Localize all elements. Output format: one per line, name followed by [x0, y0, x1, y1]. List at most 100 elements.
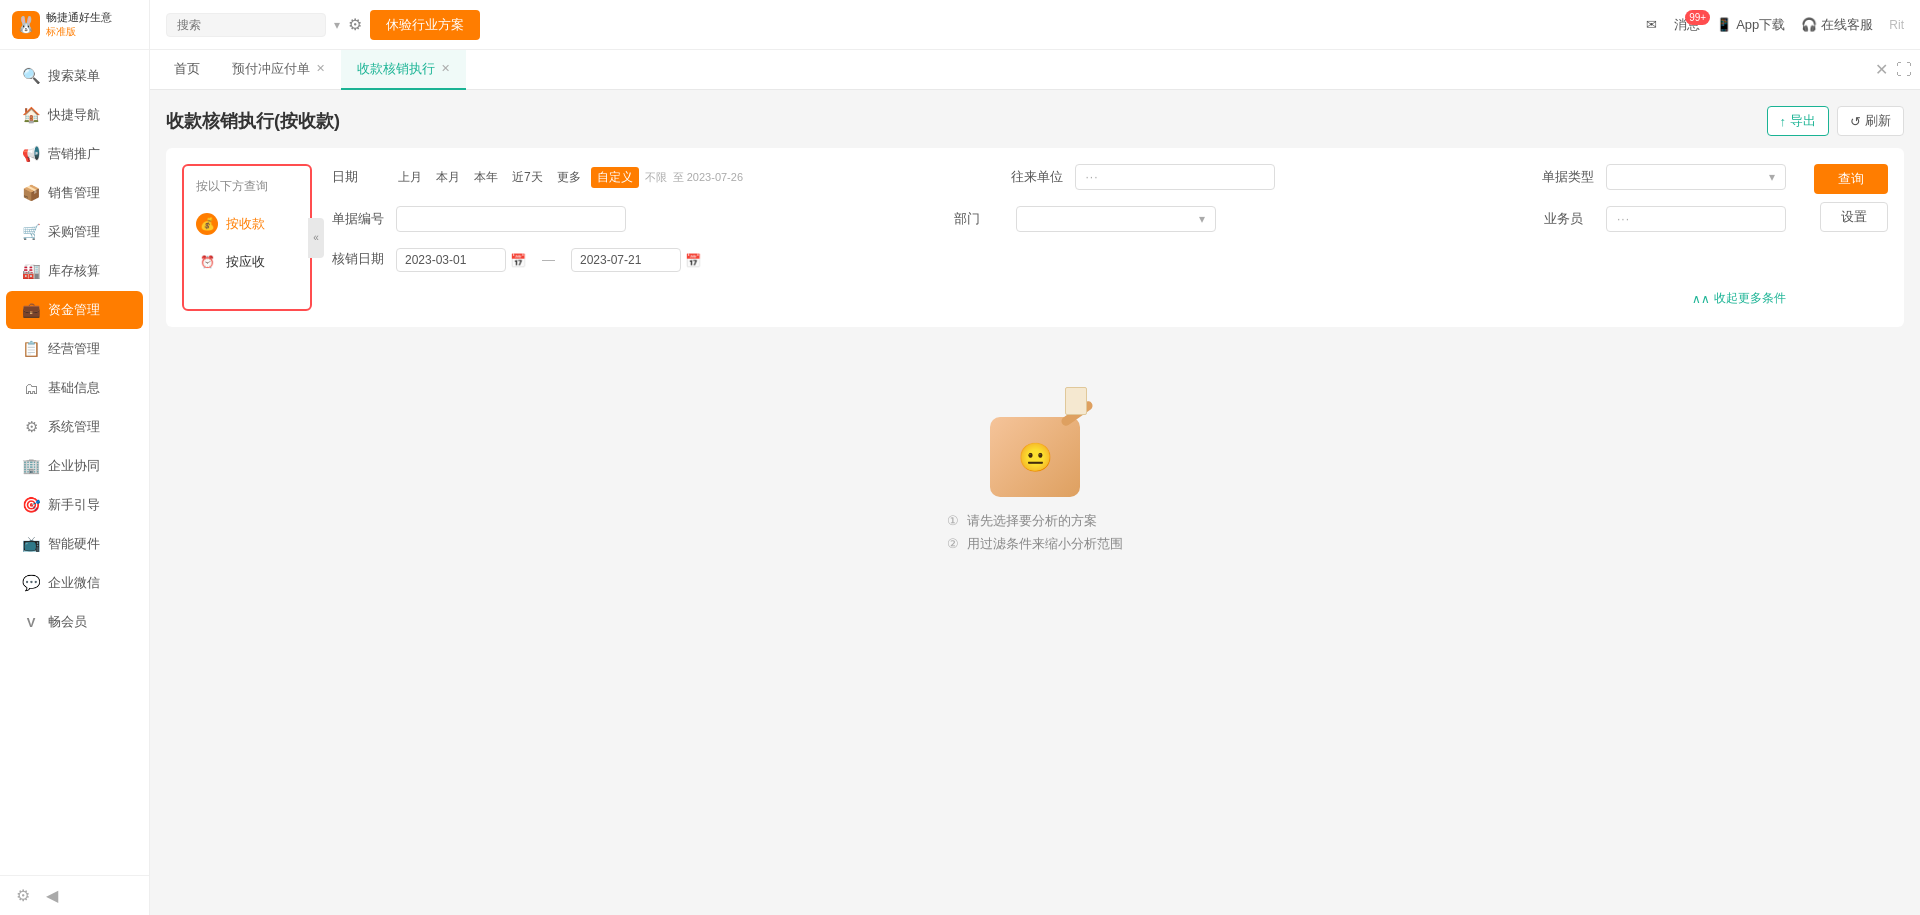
industry-solution-button[interactable]: 休验行业方案 [370, 10, 480, 40]
refresh-button[interactable]: ↺ 刷新 [1837, 106, 1904, 136]
sidebar-item-operation[interactable]: 📋 经营管理 [6, 330, 143, 368]
filter-option-label: 按应收 [226, 253, 265, 271]
sidebar-item-guide[interactable]: 🎯 新手引导 [6, 486, 143, 524]
tab-writeoff[interactable]: 收款核销执行 ✕ [341, 50, 466, 90]
empty-box: 😐 [990, 417, 1080, 497]
system-icon: ⚙ [22, 418, 40, 436]
sidebar-item-label: 库存核算 [48, 262, 100, 280]
mobile-icon: 📱 [1716, 17, 1732, 32]
basic-icon: 🗂 [22, 380, 40, 397]
tab-prepay[interactable]: 预付冲应付单 ✕ [216, 50, 341, 90]
topbar-left: ▾ ⚙ 休验行业方案 [166, 10, 1634, 40]
filter-option-by-receivable[interactable]: ⏰ 按应收 [184, 243, 310, 281]
topbar-chevron-icon[interactable]: ▾ [334, 18, 340, 32]
date-preset-more[interactable]: 更多 [553, 167, 585, 188]
enterprise-icon: 🏢 [22, 457, 40, 475]
tab-prepay-close-icon[interactable]: ✕ [316, 62, 325, 75]
writeoff-date-end-group: 📅 [571, 248, 701, 272]
sidebar-item-label: 营销推广 [48, 145, 100, 163]
user-name[interactable]: Rit [1889, 18, 1904, 32]
message-badge: 99+ [1685, 10, 1710, 25]
operation-icon: 📋 [22, 340, 40, 358]
export-icon: ↑ [1780, 114, 1787, 129]
message-button[interactable]: ✉ 99+ 消息 [1646, 16, 1701, 34]
member-icon: V [22, 615, 40, 630]
sidebar-item-sales[interactable]: 📦 销售管理 [6, 174, 143, 212]
tab-writeoff-close-icon[interactable]: ✕ [441, 62, 450, 75]
sidebar-item-finance[interactable]: 💼 资金管理 [6, 291, 143, 329]
app-edition: 标准版 [46, 25, 112, 39]
sidebar-item-label: 搜索菜单 [48, 67, 100, 85]
collapse-more-button[interactable]: ∧∧ 收起更多条件 [332, 286, 1786, 311]
empty-tip2: ② 用过滤条件来缩小分析范围 [947, 532, 1123, 555]
maximize-icon[interactable]: ⛶ [1896, 61, 1912, 79]
sidebar-item-search[interactable]: 🔍 搜索菜单 [6, 57, 143, 95]
writeoff-date-end-input[interactable] [571, 248, 681, 272]
sidebar-item-inventory[interactable]: 🏭 库存核算 [6, 252, 143, 290]
sidebar-item-label: 企业微信 [48, 574, 100, 592]
writeoff-start-calendar-icon[interactable]: 📅 [510, 253, 526, 268]
wechat-icon: 💬 [22, 574, 40, 592]
export-button[interactable]: ↑ 导出 [1767, 106, 1830, 136]
writeoff-end-calendar-icon[interactable]: 📅 [685, 253, 701, 268]
sidebar-item-basic[interactable]: 🗂 基础信息 [6, 369, 143, 407]
collapse-sidebar-icon[interactable]: ◀ [46, 886, 58, 905]
sidebar-item-wechat[interactable]: 💬 企业微信 [6, 564, 143, 602]
guide-icon: 🎯 [22, 496, 40, 514]
inventory-icon: 🏭 [22, 262, 40, 280]
counterpart-label: 往来单位 [1011, 168, 1063, 186]
date-preset-lastmonth[interactable]: 上月 [394, 167, 426, 188]
finance-icon: 💼 [22, 301, 40, 319]
date-preset-thisyear[interactable]: 本年 [470, 167, 502, 188]
tabbar: 首页 预付冲应付单 ✕ 收款核销执行 ✕ ✕ ⛶ [150, 50, 1920, 90]
sidebar: 🐰 畅捷通好生意 标准版 🔍 搜索菜单 🏠 快捷导航 📢 营销推广 📦 销售管理… [0, 0, 150, 915]
counterpart-select[interactable]: ··· [1075, 164, 1275, 190]
doc-no-input[interactable] [396, 206, 626, 232]
app-logo: 🐰 畅捷通好生意 标准版 [0, 0, 149, 50]
sidebar-item-label: 基础信息 [48, 379, 100, 397]
empty-paper [1065, 387, 1087, 415]
staff-select[interactable]: ··· [1606, 206, 1786, 232]
topbar: ▾ ⚙ 休验行业方案 ✉ 99+ 消息 📱 App下载 🎧 在线客服 Rit [150, 0, 1920, 50]
date-hint-label: 至 2023-07-26 [673, 170, 743, 185]
topbar-gear-icon[interactable]: ⚙ [348, 15, 362, 34]
filter-panel: 按以下方查询 💰 按收款 ⏰ 按应收 « 日期 [166, 148, 1904, 327]
sidebar-item-label: 畅会员 [48, 613, 87, 631]
sidebar-item-label: 新手引导 [48, 496, 100, 514]
dept-select[interactable]: ▾ [1016, 206, 1216, 232]
sidebar-item-label: 快捷导航 [48, 106, 100, 124]
settings-icon[interactable]: ⚙ [16, 886, 30, 905]
date-nolimit-label: 不限 [645, 170, 667, 185]
app-download-button[interactable]: 📱 App下载 [1716, 16, 1785, 34]
filter-sidebar-collapse-button[interactable]: « [308, 218, 324, 258]
sidebar-item-label: 系统管理 [48, 418, 100, 436]
date-range-separator: — [538, 252, 559, 267]
message-icon: ✉ [1646, 17, 1657, 32]
tab-prepay-label: 预付冲应付单 [232, 60, 310, 78]
receipt-icon: 💰 [196, 213, 218, 235]
query-button[interactable]: 查询 [1814, 164, 1888, 194]
topbar-right: ✉ 99+ 消息 📱 App下载 🎧 在线客服 Rit [1646, 16, 1904, 34]
date-preset-custom[interactable]: 自定义 [591, 167, 639, 188]
dept-dropdown-icon: ▾ [1199, 212, 1205, 226]
sidebar-item-system[interactable]: ⚙ 系统管理 [6, 408, 143, 446]
filter-option-by-receipt[interactable]: 💰 按收款 [184, 205, 310, 243]
sidebar-item-quicknav[interactable]: 🏠 快捷导航 [6, 96, 143, 134]
online-service-button[interactable]: 🎧 在线客服 [1801, 16, 1873, 34]
close-window-icon[interactable]: ✕ [1875, 60, 1888, 79]
date-preset-thismonth[interactable]: 本月 [432, 167, 464, 188]
doc-type-select[interactable]: ▾ [1606, 164, 1786, 190]
doc-no-label: 单据编号 [332, 210, 384, 228]
date-preset-7days[interactable]: 近7天 [508, 167, 547, 188]
sidebar-item-marketing[interactable]: 📢 营销推广 [6, 135, 143, 173]
setting-button[interactable]: 设置 [1820, 202, 1888, 232]
sidebar-item-hardware[interactable]: 📺 智能硬件 [6, 525, 143, 563]
sidebar-item-member[interactable]: V 畅会员 [6, 603, 143, 641]
writeoff-date-start-input[interactable] [396, 248, 506, 272]
sidebar-item-enterprise[interactable]: 🏢 企业协同 [6, 447, 143, 485]
sidebar-item-purchase[interactable]: 🛒 采购管理 [6, 213, 143, 251]
tab-home[interactable]: 首页 [158, 50, 216, 90]
filter-row-docno: 单据编号 部门 ▾ 业务员 ··· [332, 206, 1786, 232]
collapse-icon: « [313, 232, 319, 243]
topbar-search-input[interactable] [166, 13, 326, 37]
